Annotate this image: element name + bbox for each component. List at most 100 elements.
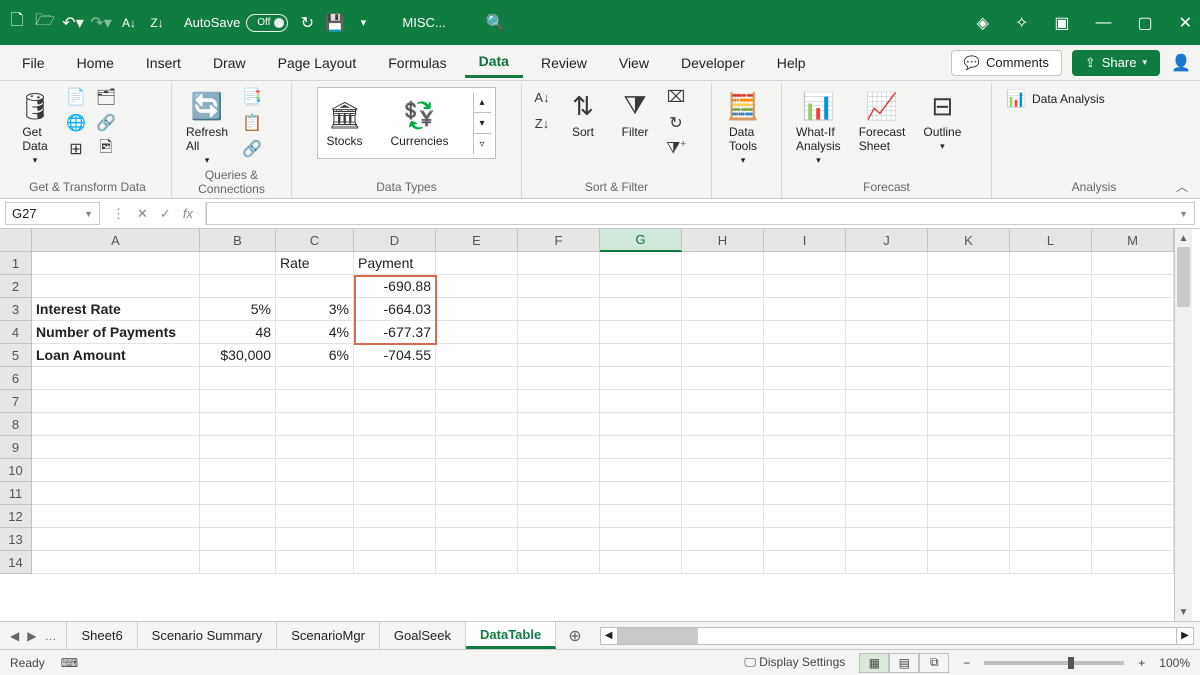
cell-E2[interactable] bbox=[436, 275, 518, 298]
cell-H4[interactable] bbox=[682, 321, 764, 344]
cell-D5[interactable]: -704.55 bbox=[354, 344, 436, 367]
cell-E8[interactable] bbox=[436, 413, 518, 436]
cell-H7[interactable] bbox=[682, 390, 764, 413]
cell-D4[interactable]: -677.37 bbox=[354, 321, 436, 344]
cell-G4[interactable] bbox=[600, 321, 682, 344]
cell-B4[interactable]: 48 bbox=[200, 321, 276, 344]
cell-G9[interactable] bbox=[600, 436, 682, 459]
row-header-5[interactable]: 5 bbox=[0, 344, 32, 367]
cell-I3[interactable] bbox=[764, 298, 846, 321]
from-table-icon[interactable]: ⊞ bbox=[66, 139, 86, 159]
column-header-C[interactable]: C bbox=[276, 229, 354, 252]
cell-E12[interactable] bbox=[436, 505, 518, 528]
stocks-button[interactable]: 🏛 Stocks bbox=[322, 96, 366, 150]
cell-H9[interactable] bbox=[682, 436, 764, 459]
cell-I12[interactable] bbox=[764, 505, 846, 528]
filter-button[interactable]: ⧩ Filter bbox=[614, 87, 656, 141]
minimize-button[interactable]: — bbox=[1095, 14, 1111, 32]
sort-button[interactable]: ⇅ Sort bbox=[562, 87, 604, 141]
cell-F3[interactable] bbox=[518, 298, 600, 321]
cell-C5[interactable]: 6% bbox=[276, 344, 354, 367]
zoom-in-button[interactable]: + bbox=[1138, 656, 1145, 670]
view-page-layout-button[interactable]: ▤ bbox=[889, 653, 919, 673]
column-header-M[interactable]: M bbox=[1092, 229, 1174, 252]
cell-A10[interactable] bbox=[32, 459, 200, 482]
sort-desc-icon[interactable]: Z↓ bbox=[148, 14, 166, 32]
qat-more-icon[interactable]: ▾ bbox=[354, 14, 372, 32]
cell-H10[interactable] bbox=[682, 459, 764, 482]
sheet-nav-next-icon[interactable]: ▶ bbox=[27, 629, 36, 643]
cell-L11[interactable] bbox=[1010, 482, 1092, 505]
cell-I13[interactable] bbox=[764, 528, 846, 551]
cell-K12[interactable] bbox=[928, 505, 1010, 528]
cell-H6[interactable] bbox=[682, 367, 764, 390]
cell-C14[interactable] bbox=[276, 551, 354, 574]
column-header-I[interactable]: I bbox=[764, 229, 846, 252]
row-header-10[interactable]: 10 bbox=[0, 459, 32, 482]
cancel-icon[interactable]: ✕ bbox=[137, 206, 148, 222]
spreadsheet-grid[interactable]: ABCDEFGHIJKLM1RatePayment2-690.883Intere… bbox=[0, 229, 1200, 621]
account-icon[interactable]: 👤 bbox=[1170, 52, 1192, 74]
display-settings-button[interactable]: 🖵 Display Settings bbox=[744, 655, 845, 670]
cell-C12[interactable] bbox=[276, 505, 354, 528]
row-header-1[interactable]: 1 bbox=[0, 252, 32, 275]
cell-C10[interactable] bbox=[276, 459, 354, 482]
cell-C13[interactable] bbox=[276, 528, 354, 551]
autosave-toggle[interactable]: AutoSave Off bbox=[184, 14, 288, 32]
cell-A3[interactable]: Interest Rate bbox=[32, 298, 200, 321]
cell-M10[interactable] bbox=[1092, 459, 1174, 482]
cell-C8[interactable] bbox=[276, 413, 354, 436]
cell-G8[interactable] bbox=[600, 413, 682, 436]
new-file-icon[interactable]: 🗋 bbox=[8, 14, 26, 32]
cell-H2[interactable] bbox=[682, 275, 764, 298]
column-header-A[interactable]: A bbox=[32, 229, 200, 252]
enter-icon[interactable]: ✓ bbox=[160, 206, 171, 222]
sort-az-icon[interactable]: A↓ bbox=[532, 87, 552, 107]
cell-K8[interactable] bbox=[928, 413, 1010, 436]
cell-B12[interactable] bbox=[200, 505, 276, 528]
zoom-out-button[interactable]: − bbox=[963, 656, 970, 670]
cell-B7[interactable] bbox=[200, 390, 276, 413]
cell-I1[interactable] bbox=[764, 252, 846, 275]
fx-icon[interactable]: fx bbox=[183, 206, 193, 221]
cell-J1[interactable] bbox=[846, 252, 928, 275]
cell-F8[interactable] bbox=[518, 413, 600, 436]
column-header-F[interactable]: F bbox=[518, 229, 600, 252]
whatif-button[interactable]: 📊 What-If Analysis ▾ bbox=[792, 87, 845, 168]
tab-data[interactable]: Data bbox=[465, 47, 523, 78]
cell-D11[interactable] bbox=[354, 482, 436, 505]
cell-K2[interactable] bbox=[928, 275, 1010, 298]
cell-G6[interactable] bbox=[600, 367, 682, 390]
row-header-9[interactable]: 9 bbox=[0, 436, 32, 459]
cell-A1[interactable] bbox=[32, 252, 200, 275]
column-header-G[interactable]: G bbox=[600, 229, 682, 252]
cell-K5[interactable] bbox=[928, 344, 1010, 367]
cell-F2[interactable] bbox=[518, 275, 600, 298]
cell-K1[interactable] bbox=[928, 252, 1010, 275]
forecast-sheet-button[interactable]: 📈 Forecast Sheet bbox=[855, 87, 910, 155]
horizontal-scrollbar[interactable]: ◀ ▶ bbox=[600, 626, 1194, 645]
cell-K3[interactable] bbox=[928, 298, 1010, 321]
cell-G2[interactable] bbox=[600, 275, 682, 298]
formula-input[interactable]: ▼ bbox=[206, 202, 1195, 225]
cell-G12[interactable] bbox=[600, 505, 682, 528]
cell-B13[interactable] bbox=[200, 528, 276, 551]
data-types-gallery[interactable]: 🏛 Stocks 💱 Currencies ▴ ▾ ▿ bbox=[317, 87, 495, 159]
zoom-level[interactable]: 100% bbox=[1159, 656, 1190, 670]
sort-asc-icon[interactable]: A↓ bbox=[120, 14, 138, 32]
name-box[interactable]: G27 ▼ bbox=[5, 202, 100, 225]
sheet-tab-scenariomgr[interactable]: ScenarioMgr bbox=[277, 622, 380, 649]
cell-M12[interactable] bbox=[1092, 505, 1174, 528]
column-header-H[interactable]: H bbox=[682, 229, 764, 252]
column-header-K[interactable]: K bbox=[928, 229, 1010, 252]
select-all-corner[interactable] bbox=[0, 229, 32, 252]
existing-conn-icon[interactable]: 🔗 bbox=[96, 113, 116, 133]
cell-B6[interactable] bbox=[200, 367, 276, 390]
cell-E14[interactable] bbox=[436, 551, 518, 574]
cell-I6[interactable] bbox=[764, 367, 846, 390]
cell-J6[interactable] bbox=[846, 367, 928, 390]
cell-J12[interactable] bbox=[846, 505, 928, 528]
queries-icon[interactable]: 📑 bbox=[242, 87, 262, 107]
cell-F7[interactable] bbox=[518, 390, 600, 413]
cell-E10[interactable] bbox=[436, 459, 518, 482]
